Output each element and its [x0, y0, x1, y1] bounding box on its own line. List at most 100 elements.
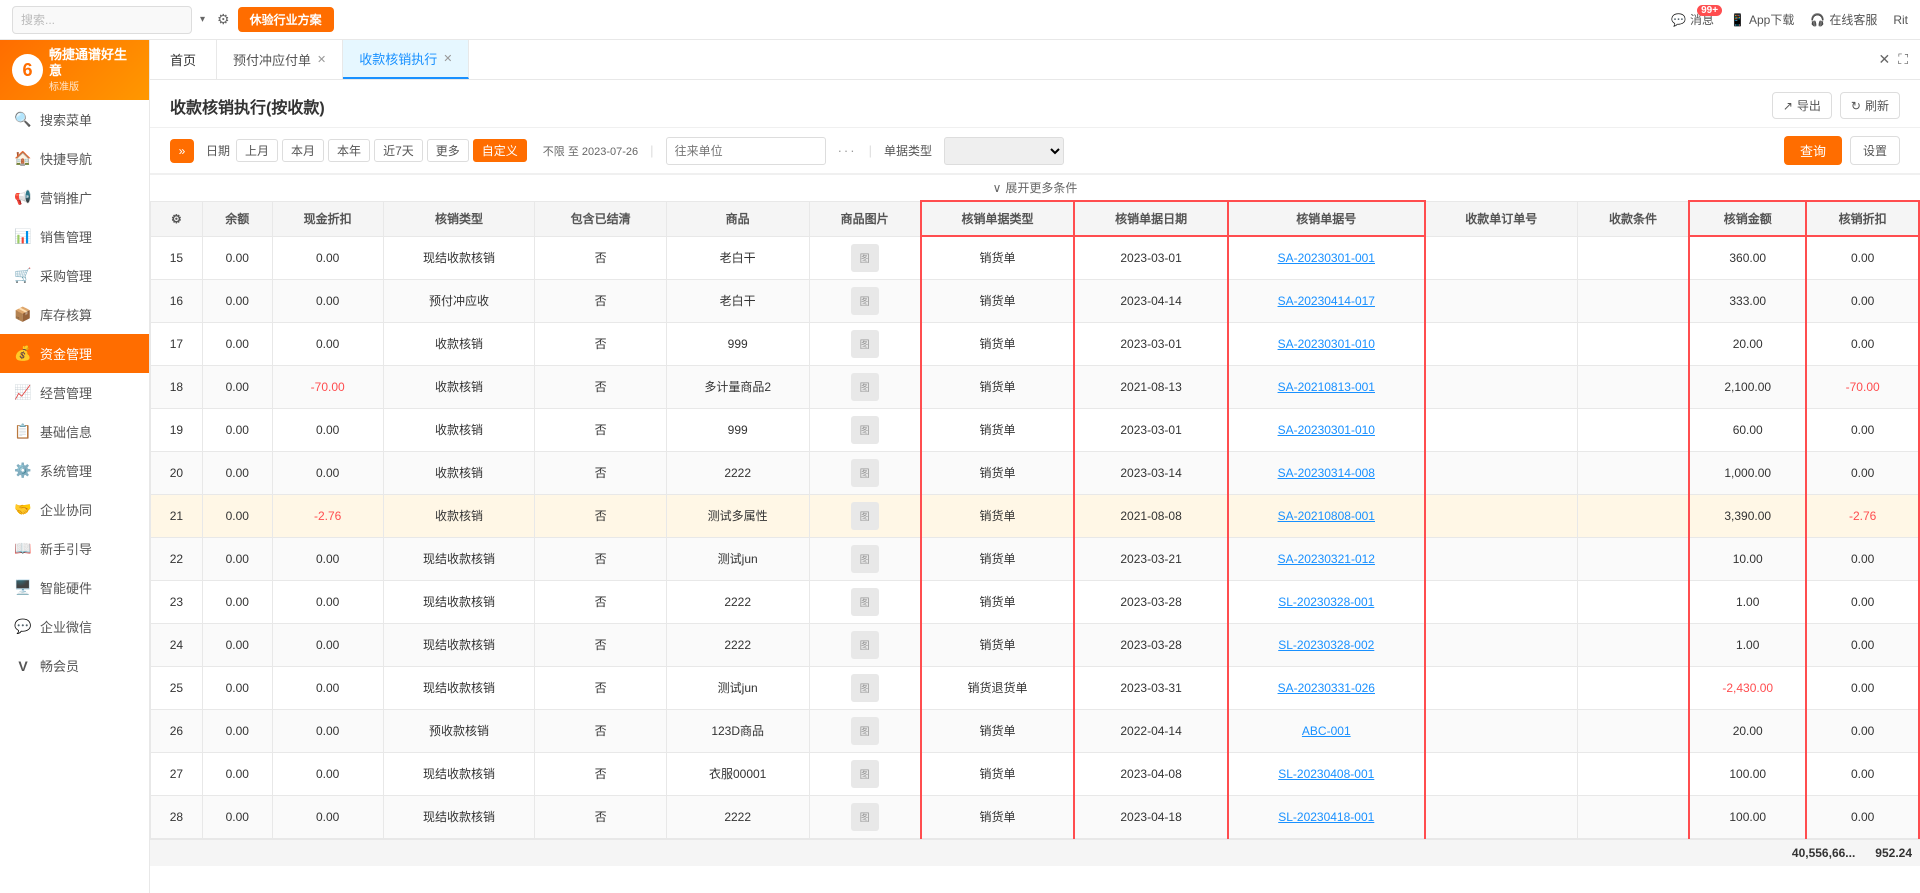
home-icon: 🏠 [14, 150, 32, 167]
search-bar[interactable]: 搜索... [12, 6, 192, 34]
dropdown-arrow-icon[interactable]: ▾ [200, 14, 205, 25]
sidebar-item-sales[interactable]: 📊 销售管理 [0, 217, 149, 256]
page-title: 收款核销执行(按收款) [170, 94, 325, 118]
th-order-no: 收款单订单号 [1425, 201, 1578, 236]
expand-more-label: 展开更多条件 [1005, 179, 1077, 196]
th-product-img: 商品图片 [809, 201, 921, 236]
sidebar-item-quick-nav[interactable]: 🏠 快捷导航 [0, 139, 149, 178]
th-settings[interactable]: ⚙ [151, 201, 203, 236]
cell-balance: 0.00 [202, 666, 272, 709]
cell-bill-date: 2023-03-01 [1074, 322, 1228, 365]
cell-bill-no[interactable]: SL-20230328-001 [1228, 580, 1425, 623]
expand-more-bar[interactable]: ∨ 展开更多条件 [150, 174, 1920, 200]
cell-bill-no[interactable]: SA-20230321-012 [1228, 537, 1425, 580]
table-row: 21 0.00 -2.76 收款核销 否 测试多属性 图 销货单 2021-08… [151, 494, 1920, 537]
online-support-btn[interactable]: 🎧 在线客服 [1810, 11, 1877, 28]
sidebar-item-purchase[interactable]: 🛒 采购管理 [0, 256, 149, 295]
cell-bill-no[interactable]: ABC-001 [1228, 709, 1425, 752]
cell-bill-no[interactable]: SA-20230301-001 [1228, 236, 1425, 279]
filter-divider-2: | [869, 143, 872, 158]
cell-id: 18 [151, 365, 203, 408]
cell-bill-no[interactable]: SL-20230418-001 [1228, 795, 1425, 838]
cell-id: 24 [151, 623, 203, 666]
total-amount-value: 40,556,66... [1792, 846, 1855, 860]
more-date-btn[interactable]: 更多 [427, 139, 469, 162]
close-window-icon[interactable]: ✕ [1878, 51, 1890, 68]
sidebar-item-marketing[interactable]: 📢 营销推广 [0, 178, 149, 217]
this-month-btn[interactable]: 本月 [282, 139, 324, 162]
export-button[interactable]: ↗ 导出 [1772, 92, 1832, 119]
tab-home[interactable]: 首页 [150, 40, 217, 79]
table-settings-button[interactable]: 设置 [1850, 136, 1900, 165]
cell-bill-no[interactable]: SA-20230301-010 [1228, 322, 1425, 365]
sidebar-item-operations[interactable]: 📈 经营管理 [0, 373, 149, 412]
cell-payment-cond [1577, 623, 1689, 666]
cell-order-no [1425, 623, 1578, 666]
this-year-btn[interactable]: 本年 [328, 139, 370, 162]
tab-collection-close[interactable]: ✕ [443, 52, 452, 65]
sidebar-item-search[interactable]: 🔍 搜索菜单 [0, 100, 149, 139]
sidebar-item-hardware[interactable]: 🖥️ 智能硬件 [0, 568, 149, 607]
hardware-icon: 🖥️ [14, 579, 32, 596]
cell-bill-no[interactable]: SA-20230414-017 [1228, 279, 1425, 322]
table-row: 16 0.00 0.00 预付冲应收 否 老白干 图 销货单 2023-04-1… [151, 279, 1920, 322]
sidebar-item-guide[interactable]: 📖 新手引导 [0, 529, 149, 568]
sidebar-item-basic-info[interactable]: 📋 基础信息 [0, 412, 149, 451]
partner-input[interactable] [666, 137, 826, 165]
maximize-icon[interactable]: ⛶ [1898, 51, 1908, 68]
filter-divider: | [650, 143, 653, 158]
inventory-icon: 📦 [14, 306, 32, 323]
cell-cash-discount: 0.00 [272, 537, 383, 580]
cell-balance: 0.00 [202, 709, 272, 752]
chevron-down-icon: ∨ [993, 181, 1002, 195]
cell-bill-no[interactable]: SA-20230331-026 [1228, 666, 1425, 709]
cell-cash-discount: 0.00 [272, 623, 383, 666]
total-amount: 40,556,66... [1792, 846, 1855, 860]
cell-bill-no[interactable]: SL-20230408-001 [1228, 752, 1425, 795]
cell-id: 27 [151, 752, 203, 795]
cell-bill-no[interactable]: SL-20230328-002 [1228, 623, 1425, 666]
cell-settled: 否 [535, 666, 666, 709]
sidebar-item-enterprise[interactable]: 🤝 企业协同 [0, 490, 149, 529]
cell-type: 收款核销 [383, 365, 535, 408]
cell-product: 测试jun [666, 537, 809, 580]
tab-prepay-close[interactable]: ✕ [317, 53, 326, 66]
cell-product: 2222 [666, 795, 809, 838]
sales-icon: 📊 [14, 228, 32, 245]
sidebar-item-label: 营销推广 [40, 188, 92, 207]
cell-amount: 1,000.00 [1689, 451, 1806, 494]
cell-bill-no[interactable]: SA-20230301-010 [1228, 408, 1425, 451]
last-7-days-btn[interactable]: 近7天 [374, 139, 423, 162]
query-button[interactable]: 查询 [1784, 136, 1842, 165]
sidebar-item-system[interactable]: ⚙️ 系统管理 [0, 451, 149, 490]
bill-type-select[interactable] [944, 137, 1064, 165]
refresh-button[interactable]: ↻ 刷新 [1840, 92, 1900, 119]
sidebar-item-finance[interactable]: 💰 资金管理 [0, 334, 149, 373]
message-btn[interactable]: 💬 消息 99+ [1671, 11, 1714, 28]
username: Rit [1893, 13, 1908, 27]
cell-bill-no[interactable]: SA-20210808-001 [1228, 494, 1425, 537]
tab-prepay[interactable]: 预付冲应付单 ✕ [217, 40, 343, 79]
table-header-row: ⚙ 余额 现金折扣 核销类型 包含已结清 商品 商品图片 核销单据类型 核销单据… [151, 201, 1920, 236]
last-month-btn[interactable]: 上月 [236, 139, 278, 162]
sidebar-item-wechat[interactable]: 💬 企业微信 [0, 607, 149, 646]
sidebar-item-member[interactable]: V 畅会员 [0, 646, 149, 685]
sidebar-item-label: 搜索菜单 [40, 110, 92, 129]
industry-button[interactable]: 休验行业方案 [238, 7, 334, 32]
custom-date-btn[interactable]: 自定义 [473, 139, 527, 162]
settings-icon[interactable]: ⚙ [217, 11, 230, 28]
app-download-btn[interactable]: 📱 App下载 [1730, 11, 1794, 28]
cell-payment-cond [1577, 451, 1689, 494]
sidebar-item-label: 经营管理 [40, 383, 92, 402]
cell-cash-discount: 0.00 [272, 752, 383, 795]
sidebar-item-inventory[interactable]: 📦 库存核算 [0, 295, 149, 334]
cell-product: 999 [666, 408, 809, 451]
search-placeholder: 搜索... [21, 11, 55, 28]
filter-toggle-button[interactable]: » [170, 139, 194, 163]
export-icon: ↗ [1783, 99, 1793, 113]
tab-collection[interactable]: 收款核销执行 ✕ [343, 40, 469, 79]
cell-bill-no[interactable]: SA-20210813-001 [1228, 365, 1425, 408]
cell-cash-discount: 0.00 [272, 709, 383, 752]
cell-bill-no[interactable]: SA-20230314-008 [1228, 451, 1425, 494]
table-row: 24 0.00 0.00 现结收款核销 否 2222 图 销货单 2023-03… [151, 623, 1920, 666]
